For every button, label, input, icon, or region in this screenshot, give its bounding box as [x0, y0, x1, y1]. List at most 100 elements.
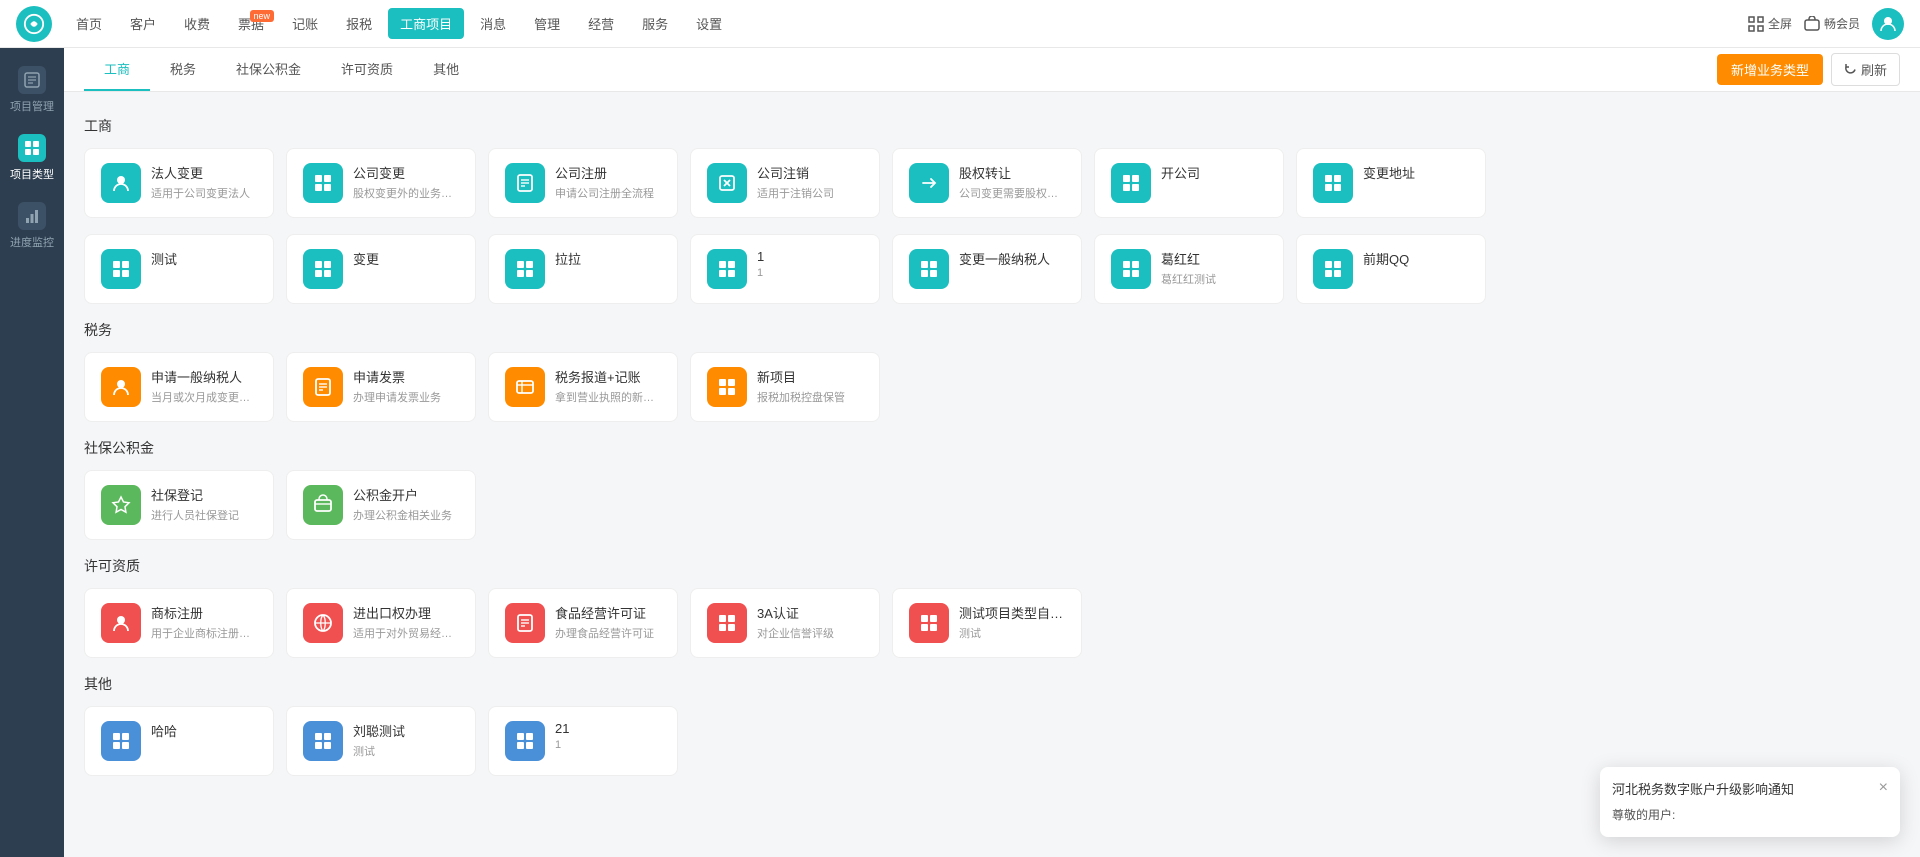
card-xinxiangmu[interactable]: 新项目 报税加税控盘保管	[690, 352, 880, 422]
nav-message[interactable]: 消息	[468, 8, 518, 39]
tab-shebao[interactable]: 社保公积金	[216, 48, 321, 91]
card-guzhuanrang[interactable]: 股权转让 公司变更需要股权转让	[892, 148, 1082, 218]
nav-settings[interactable]: 设置	[684, 8, 734, 39]
card-text-qianqiqq: 前期QQ	[1363, 249, 1469, 271]
card-desc-2: 申请公司注册全流程	[555, 185, 661, 201]
xk-card-desc-3: 对企业信誉评级	[757, 625, 863, 641]
user-avatar[interactable]	[1872, 8, 1904, 40]
card-shebaodengjii[interactable]: 社保登记 进行人员社保登记	[84, 470, 274, 540]
card-text-shenqingfapiao: 申请发票 办理申请发票业务	[353, 367, 459, 405]
notification-close-button[interactable]: ×	[1879, 779, 1888, 797]
card-shangbiaozhuce[interactable]: 商标注册 用于企业商标注册服务	[84, 588, 274, 658]
nav-manage[interactable]: 管理	[522, 8, 572, 39]
notification-title: 河北税务数字账户升级影响通知	[1612, 779, 1794, 798]
card-shenqingfapiao[interactable]: 申请发票 办理申请发票业务	[286, 352, 476, 422]
fullscreen-button[interactable]: 全屏	[1748, 15, 1792, 32]
card-icon-jinchukouquan	[303, 603, 343, 643]
card-gongsinote[interactable]: 公司注册 申请公司注册全流程	[488, 148, 678, 218]
card-icon-biangengdizhi	[1313, 163, 1353, 203]
card-ceshileixing[interactable]: 测试项目类型自定义 测试	[892, 588, 1082, 658]
card-icon-gongsinote	[505, 163, 545, 203]
card-desc-3: 适用于注销公司	[757, 185, 863, 201]
nav-tax[interactable]: 报税	[334, 8, 384, 39]
card-gongsizhuxiao[interactable]: 公司注销 适用于注销公司	[690, 148, 880, 218]
sidebar-item-progress-monitor[interactable]: 进度监控	[0, 192, 64, 260]
card-icon-gehonghong	[1111, 249, 1151, 289]
xuke-cards: 商标注册 用于企业商标注册服务 进出口权办理 适用于对外贸易经营者 食品经营	[84, 588, 1900, 658]
xk-card-desc-0: 用于企业商标注册服务	[151, 625, 257, 641]
card-icon-guzhuanrang	[909, 163, 949, 203]
logo[interactable]	[16, 6, 52, 42]
card-fazhanbiange[interactable]: 法人变更 适用于公司变更法人	[84, 148, 274, 218]
card-shuiwubaodao[interactable]: 税务报道+记账 拿到营业执照的新公司	[488, 352, 678, 422]
card-gongjijinkaihu[interactable]: 公积金开户 办理公积金相关业务	[286, 470, 476, 540]
card-icon-fazhanbiange	[101, 163, 141, 203]
card-qianqiqq[interactable]: 前期QQ	[1296, 234, 1486, 304]
card-icon-haha	[101, 721, 141, 761]
project-type-icon	[18, 134, 46, 162]
card-text-gehonghong: 葛红红 葛红红测试	[1161, 249, 1267, 287]
card-text-gongsizhuxiao: 公司注销 适用于注销公司	[757, 163, 863, 201]
sidebar-label-prog: 进度监控	[10, 234, 54, 250]
nav-client[interactable]: 客户	[118, 8, 168, 39]
card-name-10: 1	[757, 249, 863, 264]
card-text-biangengnaishui: 变更一般纳税人	[959, 249, 1065, 271]
card-21[interactable]: 21 1	[488, 706, 678, 776]
add-type-button[interactable]: 新增业务类型	[1717, 54, 1823, 85]
sidebar-item-project-type[interactable]: 项目类型	[0, 124, 64, 192]
card-haha[interactable]: 哈哈	[84, 706, 274, 776]
card-shipin[interactable]: 食品经营许可证 办理食品经营许可证	[488, 588, 678, 658]
card-biangeng[interactable]: 变更	[286, 234, 476, 304]
content-area: 工商 法人变更 适用于公司变更法人 公司变更 股权变更外的业务变更	[64, 92, 1920, 808]
sb-card-name-1: 公积金开户	[353, 485, 459, 504]
card-biangengnaishui[interactable]: 变更一般纳税人	[892, 234, 1082, 304]
card-ceshi[interactable]: 测试	[84, 234, 274, 304]
sub-tabs-left: 工商 税务 社保公积金 许可资质 其他	[84, 48, 479, 91]
card-biangengdizhi[interactable]: 变更地址	[1296, 148, 1486, 218]
refresh-icon	[1844, 63, 1857, 76]
notification-header: 河北税务数字账户升级影响通知 ×	[1612, 779, 1888, 798]
sidebar-item-project-manage[interactable]: 项目管理	[0, 56, 64, 124]
nav-home[interactable]: 首页	[64, 8, 114, 39]
nav-bizproject[interactable]: 工商项目	[388, 8, 464, 39]
card-icon-biangeng	[303, 249, 343, 289]
card-liucong[interactable]: 刘聪测试 测试	[286, 706, 476, 776]
card-one[interactable]: 1 1	[690, 234, 880, 304]
notification-panel: 河北税务数字账户升级影响通知 × 尊敬的用户:	[1600, 767, 1900, 837]
nav-operation[interactable]: 经营	[576, 8, 626, 39]
card-text-ceshi: 测试	[151, 249, 257, 271]
xk-card-name-3: 3A认证	[757, 603, 863, 622]
card-gehonghong[interactable]: 葛红红 葛红红测试	[1094, 234, 1284, 304]
nav-service[interactable]: 服务	[630, 8, 680, 39]
card-text-shebaodengjii: 社保登记 进行人员社保登记	[151, 485, 257, 523]
tab-other[interactable]: 其他	[413, 48, 479, 91]
card-jinchukouquan[interactable]: 进出口权办理 适用于对外贸易经营者	[286, 588, 476, 658]
card-text-guzhuanrang: 股权转让 公司变更需要股权转让	[959, 163, 1065, 201]
nav-items: 首页 客户 收费 票据 new 记账 报税 工商项目 消息 管理 经营 服务 设…	[64, 8, 1748, 39]
tab-xuke[interactable]: 许可资质	[321, 48, 413, 91]
xk-card-desc-1: 适用于对外贸易经营者	[353, 625, 459, 641]
card-icon-lala	[505, 249, 545, 289]
sw-card-name-3: 新项目	[757, 367, 863, 386]
sw-card-name-2: 税务报道+记账	[555, 367, 661, 386]
xk-card-name-2: 食品经营许可证	[555, 603, 661, 622]
refresh-button[interactable]: 刷新	[1831, 53, 1900, 86]
member-button[interactable]: 畅会员	[1804, 15, 1860, 32]
tab-gongshang[interactable]: 工商	[84, 48, 150, 91]
ot-card-name-0: 哈哈	[151, 721, 257, 740]
nav-account[interactable]: 记账	[280, 8, 330, 39]
card-gongsibiange[interactable]: 公司变更 股权变更外的业务变更	[286, 148, 476, 218]
card-text-lala: 拉拉	[555, 249, 661, 271]
card-3a[interactable]: 3A认证 对企业信誉评级	[690, 588, 880, 658]
card-desc-10: 1	[757, 267, 863, 279]
card-icon-qianqiqq	[1313, 249, 1353, 289]
card-shenqingnaishui[interactable]: 申请一般纳税人 当月或次月成变更完成	[84, 352, 274, 422]
refresh-label: 刷新	[1861, 60, 1887, 79]
card-kaigongsi[interactable]: 开公司	[1094, 148, 1284, 218]
card-icon-liucong	[303, 721, 343, 761]
tab-shuiwu[interactable]: 税务	[150, 48, 216, 91]
card-lala[interactable]: 拉拉	[488, 234, 678, 304]
card-text-shenqingnaishui: 申请一般纳税人 当月或次月成变更完成	[151, 367, 257, 405]
nav-ticket[interactable]: 票据 new	[226, 8, 276, 39]
nav-fee[interactable]: 收费	[172, 8, 222, 39]
